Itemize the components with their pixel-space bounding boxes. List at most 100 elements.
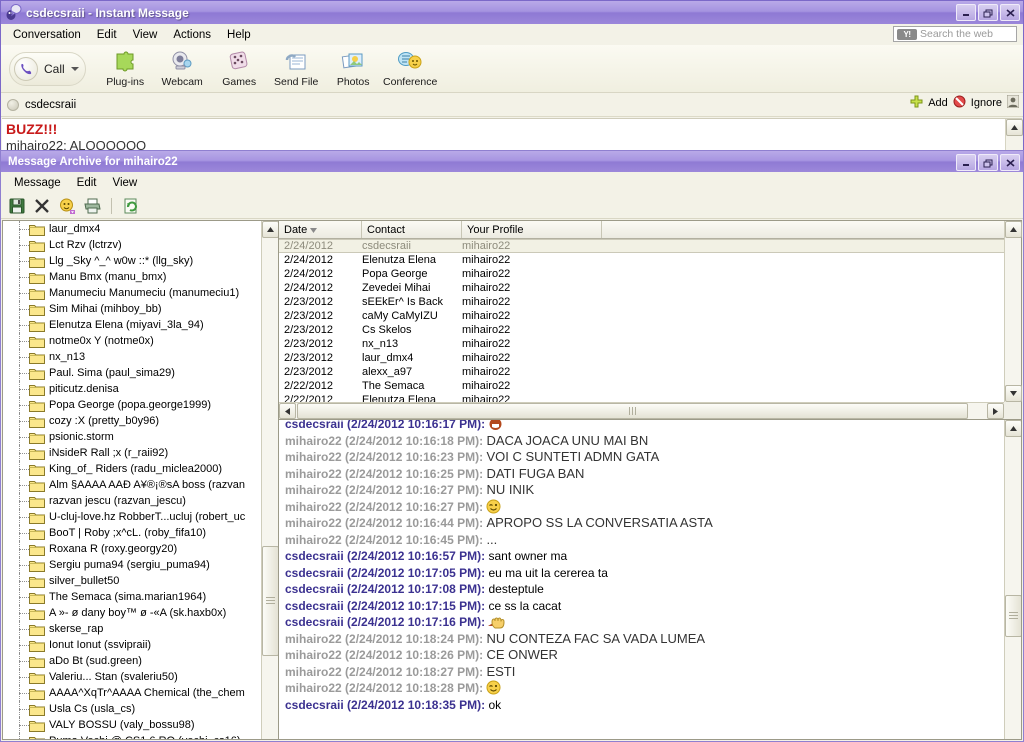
tree-vertical-scrollbar[interactable]: [261, 221, 278, 739]
tree-folder-item[interactable]: King_of_ Riders (radu_miclea2000): [3, 461, 261, 477]
tree-connector: [19, 261, 29, 262]
conversation-row[interactable]: 2/22/2012The Semacamihairo22: [279, 379, 1004, 393]
toolbar-webcam[interactable]: Webcam: [155, 47, 210, 91]
conversation-row[interactable]: 2/24/2012Elenutza Elenamihairo22: [279, 253, 1004, 267]
tree-folder-item[interactable]: U-cluj-love.hz RobberT...ucluj (robert_u…: [3, 509, 261, 525]
tree-folder-item[interactable]: aDo Bt (sud.green): [3, 653, 261, 669]
conversation-row[interactable]: 2/23/2012Cs Skelosmihairo22: [279, 323, 1004, 337]
tree-folder-item[interactable]: AAAA^XqTr^AAAA Chemical (the_chem: [3, 685, 261, 701]
refresh-icon[interactable]: [121, 196, 141, 216]
emoticon-icon[interactable]: [57, 196, 77, 216]
menu-help[interactable]: Help: [220, 27, 258, 43]
save-icon[interactable]: [7, 196, 27, 216]
list-scroll-up-button[interactable]: [1005, 221, 1022, 238]
tree-folder-item[interactable]: Sergiu puma94 (sergiu_puma94): [3, 557, 261, 573]
tree-folder-item[interactable]: Manu Bmx (manu_bmx): [3, 269, 261, 285]
contact-card-icon[interactable]: [1007, 95, 1019, 111]
tree-folder-item[interactable]: iNsideR Rall ;x (r_raii92): [3, 445, 261, 461]
chevron-down-icon[interactable]: [71, 67, 79, 71]
conversation-row[interactable]: 2/24/2012Zevedei Mihaimihairo22: [279, 281, 1004, 295]
tree-folder-item[interactable]: Sim Mihai (mihboy_bb): [3, 301, 261, 317]
restore-button[interactable]: [978, 4, 998, 21]
column-header-your-profile[interactable]: Your Profile: [462, 221, 602, 238]
conversation-row[interactable]: 2/24/2012csdecsraiimihairo22: [279, 239, 1004, 253]
conversation-row[interactable]: 2/23/2012caMy CaMyIZUmihairo22: [279, 309, 1004, 323]
tree-folder-item[interactable]: A »- ø dany boy™ ø -«A (sk.haxb0x): [3, 605, 261, 621]
toolbar-plugins[interactable]: Plug-ins: [98, 47, 153, 91]
add-label[interactable]: Add: [928, 97, 948, 109]
list-scroll-left-button[interactable]: [279, 403, 296, 419]
tree-folder-item[interactable]: Manumeciu Manumeciu (manumeciu1): [3, 285, 261, 301]
archive-menu-view[interactable]: View: [106, 175, 145, 191]
tree-folder-item[interactable]: Lct Rzv (lctrzv): [3, 237, 261, 253]
tree-folder-item[interactable]: Puma Vechi @ CS1.6 RO (vechi_cs16): [3, 733, 261, 739]
list-horizontal-thumb[interactable]: [297, 403, 968, 419]
conversation-row[interactable]: 2/23/2012sEEkEr^ Is Backmihairo22: [279, 295, 1004, 309]
tree-folder-item[interactable]: skerse_rap: [3, 621, 261, 637]
archive-menu-message[interactable]: Message: [7, 175, 68, 191]
tree-folder-item[interactable]: Popa George (popa.george1999): [3, 397, 261, 413]
conversation-row[interactable]: 2/24/2012Popa Georgemihairo22: [279, 267, 1004, 281]
tree-folder-item[interactable]: Roxana R (roxy.georgy20): [3, 541, 261, 557]
tree-folder-item[interactable]: The Semaca (sima.marian1964): [3, 589, 261, 605]
list-scroll-right-button[interactable]: [987, 403, 1004, 419]
column-header-date[interactable]: Date: [279, 221, 362, 238]
list-scroll-down-button[interactable]: [1005, 385, 1022, 402]
list-vertical-scrollbar[interactable]: [1004, 221, 1021, 419]
tree-folder-item[interactable]: Usla Cs (usla_cs): [3, 701, 261, 717]
conversation-row[interactable]: 2/22/2012Elenutza Elenamihairo22: [279, 393, 1004, 402]
transcript-scroll-thumb[interactable]: [1005, 595, 1022, 637]
menu-actions[interactable]: Actions: [166, 27, 218, 43]
toolbar-photos[interactable]: Photos: [326, 47, 381, 91]
menu-view[interactable]: View: [126, 27, 165, 43]
conversation-row[interactable]: 2/23/2012nx_n13mihairo22: [279, 337, 1004, 351]
tree-folder-item[interactable]: Paul. Sima (paul_sima29): [3, 365, 261, 381]
menu-edit[interactable]: Edit: [90, 27, 124, 43]
scroll-up-button[interactable]: [1006, 119, 1023, 136]
toolbar-games[interactable]: Games: [212, 47, 267, 91]
conversation-row[interactable]: 2/23/2012alexx_a97mihairo22: [279, 365, 1004, 379]
archive-close-button[interactable]: [1000, 154, 1020, 171]
menu-conversation[interactable]: Conversation: [6, 27, 88, 43]
ignore-label[interactable]: Ignore: [971, 97, 1002, 109]
tree-connector: [19, 629, 29, 630]
toolbar-send-file[interactable]: Send File: [269, 47, 324, 91]
tree-scroll-thumb[interactable]: [262, 546, 278, 656]
column-header-contact[interactable]: Contact: [362, 221, 462, 238]
conversation-list[interactable]: Date Contact Your Profile 2/24/2012csdec…: [278, 220, 1022, 420]
search-web-input[interactable]: Y! Search the web: [893, 26, 1017, 42]
tree-folder-item[interactable]: VALY BOSSU (valy_bossu98): [3, 717, 261, 733]
add-icon[interactable]: [910, 95, 923, 111]
archive-menu-edit[interactable]: Edit: [70, 175, 104, 191]
tree-folder-item[interactable]: Elenutza Elena (miyavi_3la_94): [3, 317, 261, 333]
tree-folder-item[interactable]: Alm §AAAA AAÐ A¥®¡®sA boss (razvan: [3, 477, 261, 493]
conversation-row[interactable]: 2/23/2012laur_dmx4mihairo22: [279, 351, 1004, 365]
toolbar-conference[interactable]: Conference: [383, 47, 438, 91]
tree-folder-item[interactable]: silver_bullet50: [3, 573, 261, 589]
tree-folder-item[interactable]: piticutz.denisa: [3, 381, 261, 397]
close-button[interactable]: [1000, 4, 1020, 21]
tree-folder-item[interactable]: laur_dmx4: [3, 221, 261, 237]
tree-folder-item[interactable]: BooT | Roby ;x^cL. (roby_fifa10): [3, 525, 261, 541]
tree-folder-item[interactable]: cozy :X (pretty_b0y96): [3, 413, 261, 429]
print-icon[interactable]: [82, 196, 102, 216]
archive-folder-tree[interactable]: laur_dmx4Lct Rzv (lctrzv)Llg _Sky ^_^ w0…: [2, 220, 278, 740]
list-horizontal-scrollbar[interactable]: [279, 402, 1004, 419]
tree-folder-item[interactable]: nx_n13: [3, 349, 261, 365]
tree-folder-item[interactable]: notme0x Y (notme0x): [3, 333, 261, 349]
minimize-button[interactable]: [956, 4, 976, 21]
transcript-scroll-up-button[interactable]: [1005, 420, 1022, 437]
tree-folder-item[interactable]: Llg _Sky ^_^ w0w ::* (llg_sky): [3, 253, 261, 269]
transcript-vertical-scrollbar[interactable]: [1004, 420, 1021, 739]
archive-restore-button[interactable]: [978, 154, 998, 171]
call-button[interactable]: Call: [9, 52, 86, 86]
tree-folder-item[interactable]: Valeriu... Stan (svaleriu50): [3, 669, 261, 685]
tree-folder-item[interactable]: Ionut Ionut (ssvipraii): [3, 637, 261, 653]
archive-minimize-button[interactable]: [956, 154, 976, 171]
delete-icon[interactable]: [32, 196, 52, 216]
tree-scroll-up-button[interactable]: [262, 221, 278, 238]
ignore-icon[interactable]: [953, 95, 966, 111]
tree-folder-item[interactable]: razvan jescu (razvan_jescu): [3, 493, 261, 509]
transcript-pane[interactable]: csdecsraii (2/24/2012 10:16:17 PM): miha…: [278, 420, 1022, 740]
tree-folder-item[interactable]: psionic.storm: [3, 429, 261, 445]
